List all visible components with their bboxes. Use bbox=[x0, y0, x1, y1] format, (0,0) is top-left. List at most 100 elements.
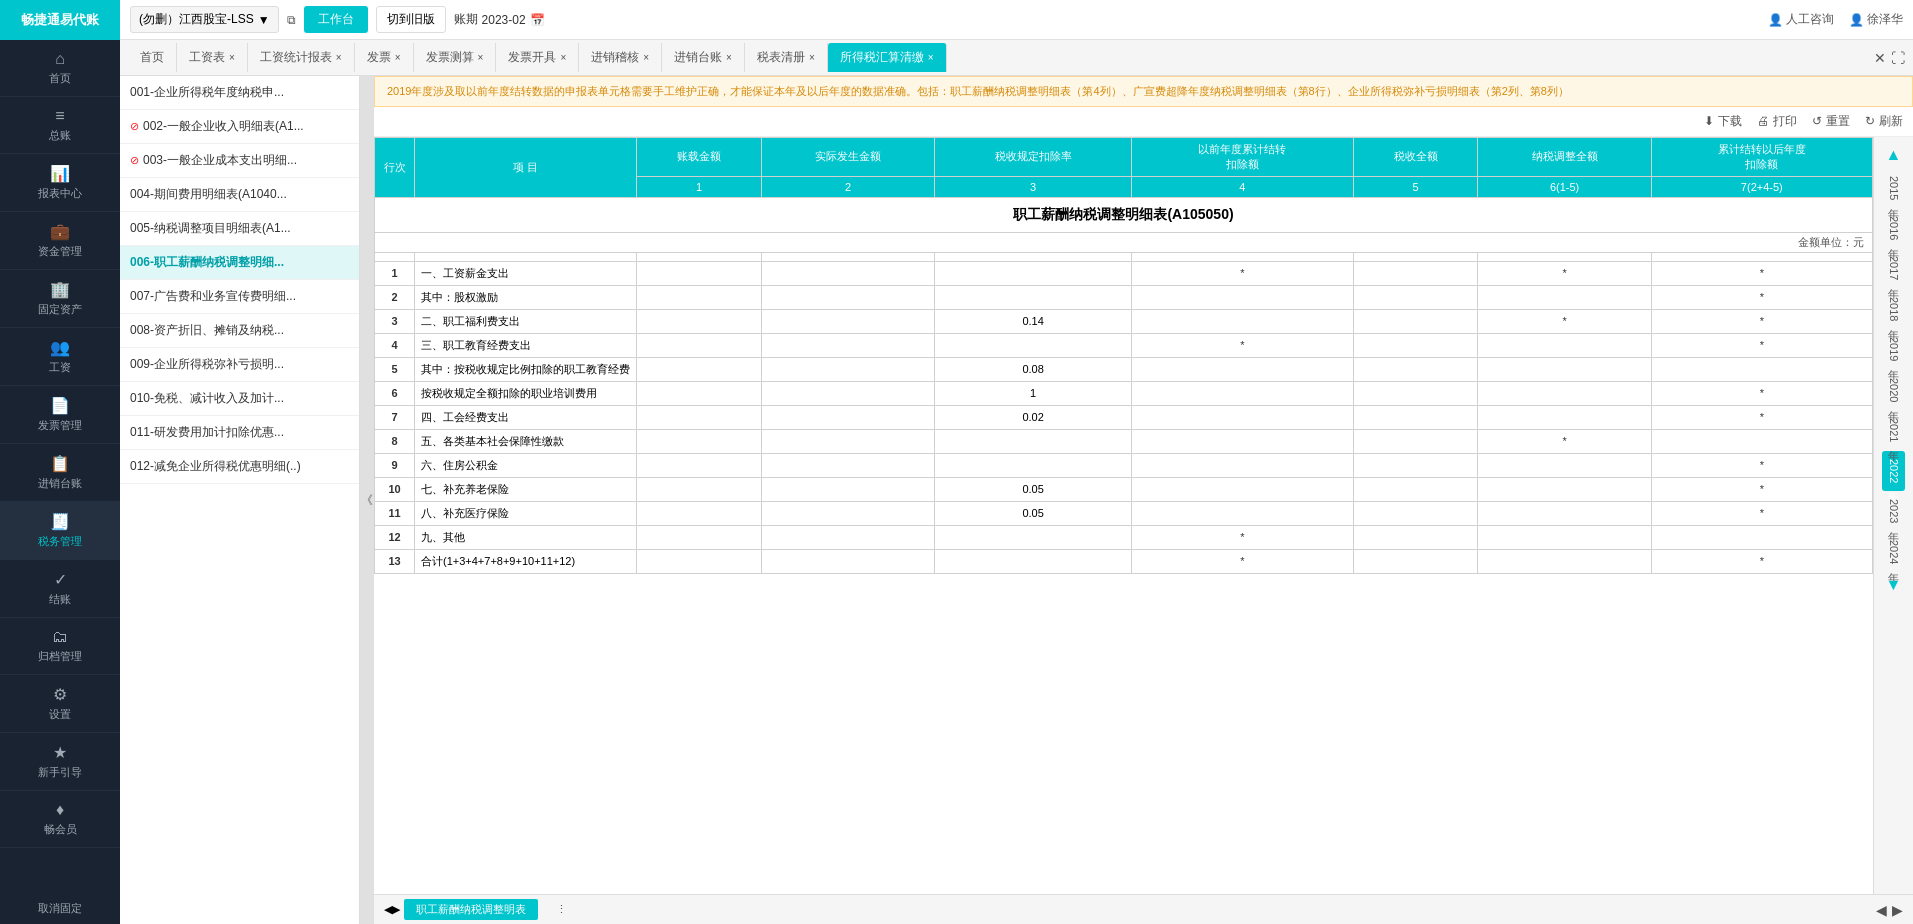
prev-sheet-icon[interactable]: ◀ bbox=[384, 903, 392, 916]
sidebar-item-member[interactable]: ♦ 畅会员 bbox=[0, 791, 120, 848]
scroll-right-icon[interactable]: ▶ bbox=[1892, 902, 1903, 918]
workbench-button[interactable]: 工作台 bbox=[304, 6, 368, 33]
left-panel-item-012[interactable]: 012-减免企业所得税优惠明细(..) bbox=[120, 450, 359, 484]
table-row: 13合计(1+3+4+7+8+9+10+11+12)** bbox=[375, 549, 1873, 573]
left-panel-item-003[interactable]: ⊘ 003-一般企业成本支出明细... bbox=[120, 144, 359, 178]
reset-button[interactable]: ↺ 重置 bbox=[1812, 113, 1850, 130]
support-link[interactable]: 👤 人工咨询 bbox=[1768, 11, 1834, 28]
sheet-menu-icon[interactable]: ⋮ bbox=[556, 903, 567, 916]
table-title: 职工薪酬纳税调整明细表(A105050) bbox=[375, 197, 1873, 232]
left-panel-item-011[interactable]: 011-研发费用加计扣除优惠... bbox=[120, 416, 359, 450]
year-down-button[interactable]: ▼ bbox=[1882, 572, 1906, 598]
table-row: 4三、职工教育经费支出** bbox=[375, 333, 1873, 357]
user-avatar[interactable]: 👤 徐泽华 bbox=[1849, 11, 1903, 28]
company-selector[interactable]: (勿删）江西股宝-LSS ▼ bbox=[130, 6, 279, 33]
year-item[interactable]: 2018年 bbox=[1882, 289, 1905, 329]
tab-invoice[interactable]: 发票 × bbox=[355, 43, 414, 72]
sidebar-item-report[interactable]: 📊 报表中心 bbox=[0, 154, 120, 212]
tax-mgmt-icon: 🧾 bbox=[50, 512, 70, 531]
year-item[interactable]: 2021年 bbox=[1882, 410, 1905, 450]
warning-text: 2019年度涉及取以前年度结转数据的申报表单元格需要手工维护正确，才能保证本年及… bbox=[387, 85, 1569, 97]
close-tab-payroll-table[interactable]: × bbox=[229, 52, 235, 63]
left-panel-item-010[interactable]: 010-免税、减计收入及加计... bbox=[120, 382, 359, 416]
switch-version-button[interactable]: 切到旧版 bbox=[376, 6, 446, 33]
sidebar-item-payroll[interactable]: 👥 工资 bbox=[0, 328, 120, 386]
close-all-tabs-icon[interactable]: ✕ bbox=[1874, 50, 1886, 66]
year-item[interactable]: 2016年 bbox=[1882, 208, 1905, 248]
maximize-icon[interactable]: ⛶ bbox=[1891, 50, 1905, 66]
left-panel-item-002[interactable]: ⊘ 002-一般企业收入明细表(A1... bbox=[120, 110, 359, 144]
collapse-panel-button[interactable]: 《 bbox=[360, 76, 374, 924]
sidebar-item-ledger[interactable]: ≡ 总账 bbox=[0, 97, 120, 154]
sidebar-item-asset-mgmt[interactable]: 💼 资金管理 bbox=[0, 212, 120, 270]
left-panel-item-006[interactable]: 006-职工薪酬纳税调整明细... bbox=[120, 246, 359, 280]
table-row: 3二、职工福利费支出0.14** bbox=[375, 309, 1873, 333]
table-container[interactable]: 行次 项 目 账载金额 实际发生金额 税收规定扣除率 以前年度累计结转扣除额 税… bbox=[374, 137, 1873, 895]
year-item[interactable]: 2022年 bbox=[1882, 451, 1905, 491]
tab-invoice-open[interactable]: 发票开具 × bbox=[496, 43, 579, 72]
print-button[interactable]: 🖨 打印 bbox=[1757, 113, 1797, 130]
th-g: 税收全额 bbox=[1353, 137, 1478, 176]
close-tab-invoice-calc[interactable]: × bbox=[478, 52, 484, 63]
refresh-button[interactable]: ↻ 刷新 bbox=[1865, 113, 1903, 130]
print-icon: 🖨 bbox=[1757, 114, 1769, 128]
sidebar: 畅捷通易代账 ⌂ 首页 ≡ 总账 📊 报表中心 💼 资金管理 🏢 固定资产 👥 … bbox=[0, 0, 120, 924]
close-tab-purchase-ledger[interactable]: × bbox=[726, 52, 732, 63]
close-tab-income-tax[interactable]: × bbox=[928, 52, 934, 63]
sidebar-item-settings[interactable]: ⚙ 设置 bbox=[0, 675, 120, 733]
table-row: 5其中：按税收规定比例扣除的职工教育经费0.08 bbox=[375, 357, 1873, 381]
year-panel: ▲ 2015年2016年2017年2018年2019年2020年2021年202… bbox=[1873, 137, 1913, 895]
sidebar-item-settle[interactable]: ✓ 结账 bbox=[0, 560, 120, 618]
calendar-icon: 📅 bbox=[530, 13, 545, 27]
left-panel-item-008[interactable]: 008-资产折旧、摊销及纳税... bbox=[120, 314, 359, 348]
tab-payroll-table[interactable]: 工资表 × bbox=[177, 43, 248, 72]
sidebar-item-home[interactable]: ⌂ 首页 bbox=[0, 40, 120, 97]
tab-purchase-ledger[interactable]: 进销台账 × bbox=[662, 43, 745, 72]
year-item[interactable]: 2020年 bbox=[1882, 370, 1905, 410]
right-panel: 2019年度涉及取以前年度结转数据的申报表单元格需要手工维护正确，才能保证本年及… bbox=[374, 76, 1913, 924]
left-panel-item-007[interactable]: 007-广告费和业务宣传费明细... bbox=[120, 280, 359, 314]
tab-income-tax[interactable]: 所得税汇算清缴 × bbox=[828, 43, 947, 72]
left-panel-item-001[interactable]: 001-企业所得税年度纳税申... bbox=[120, 76, 359, 110]
th-item: 项 目 bbox=[415, 137, 637, 197]
close-tab-payroll-stat[interactable]: × bbox=[336, 52, 342, 63]
table-row: 2其中：股权激励* bbox=[375, 285, 1873, 309]
download-button[interactable]: ⬇ 下载 bbox=[1704, 113, 1742, 130]
sheet-tab[interactable]: 职工薪酬纳税调整明表 bbox=[404, 899, 538, 920]
next-sheet-icon[interactable]: ▶ bbox=[392, 903, 400, 916]
left-panel-item-009[interactable]: 009-企业所得税弥补亏损明... bbox=[120, 348, 359, 382]
tab-tax-clear[interactable]: 税表清册 × bbox=[745, 43, 828, 72]
sidebar-item-fixed-asset[interactable]: 🏢 固定资产 bbox=[0, 270, 120, 328]
tab-payroll-stat[interactable]: 工资统计报表 × bbox=[248, 43, 355, 72]
sidebar-item-sales-ledger[interactable]: 📋 进销台账 bbox=[0, 444, 120, 502]
close-tab-invoice-open[interactable]: × bbox=[560, 52, 566, 63]
sidebar-unpin[interactable]: 取消固定 bbox=[0, 893, 120, 924]
left-panel-item-004[interactable]: 004-期间费用明细表(A1040... bbox=[120, 178, 359, 212]
fixed-asset-icon: 🏢 bbox=[50, 280, 70, 299]
year-up-button[interactable]: ▲ bbox=[1882, 142, 1906, 168]
error-icon-003: ⊘ bbox=[130, 154, 139, 167]
content-area: 001-企业所得税年度纳税申... ⊘ 002-一般企业收入明细表(A1... … bbox=[120, 76, 1913, 924]
tab-invoice-calc[interactable]: 发票测算 × bbox=[414, 43, 497, 72]
tab-home[interactable]: 首页 bbox=[128, 43, 177, 72]
close-tab-invoice[interactable]: × bbox=[395, 52, 401, 63]
table-unit: 金额单位：元 bbox=[375, 232, 1873, 252]
left-panel-item-005[interactable]: 005-纳税调整项目明细表(A1... bbox=[120, 212, 359, 246]
th-e-sub: 3 bbox=[935, 176, 1132, 197]
th-c: 账载金额 bbox=[637, 137, 762, 176]
sidebar-item-wizard[interactable]: ★ 新手引导 bbox=[0, 733, 120, 791]
close-tab-tax-clear[interactable]: × bbox=[809, 52, 815, 63]
year-item[interactable]: 2019年 bbox=[1882, 329, 1905, 369]
close-tab-purchase-check[interactable]: × bbox=[643, 52, 649, 63]
scroll-left-icon[interactable]: ◀ bbox=[1876, 902, 1887, 918]
year-item[interactable]: 2015年 bbox=[1882, 168, 1905, 208]
settings-icon: ⚙ bbox=[53, 685, 67, 704]
sidebar-item-tax-mgmt[interactable]: 🧾 税务管理 bbox=[0, 502, 120, 560]
main-table: 行次 项 目 账载金额 实际发生金额 税收规定扣除率 以前年度累计结转扣除额 税… bbox=[374, 137, 1873, 574]
sidebar-item-invoice-mgmt[interactable]: 📄 发票管理 bbox=[0, 386, 120, 444]
tab-purchase-check[interactable]: 进销稽核 × bbox=[579, 43, 662, 72]
year-item[interactable]: 2024年 bbox=[1882, 532, 1905, 572]
year-item[interactable]: 2023年 bbox=[1882, 491, 1905, 531]
year-item[interactable]: 2017年 bbox=[1882, 248, 1905, 288]
sidebar-item-archive[interactable]: 🗂 归档管理 bbox=[0, 618, 120, 675]
